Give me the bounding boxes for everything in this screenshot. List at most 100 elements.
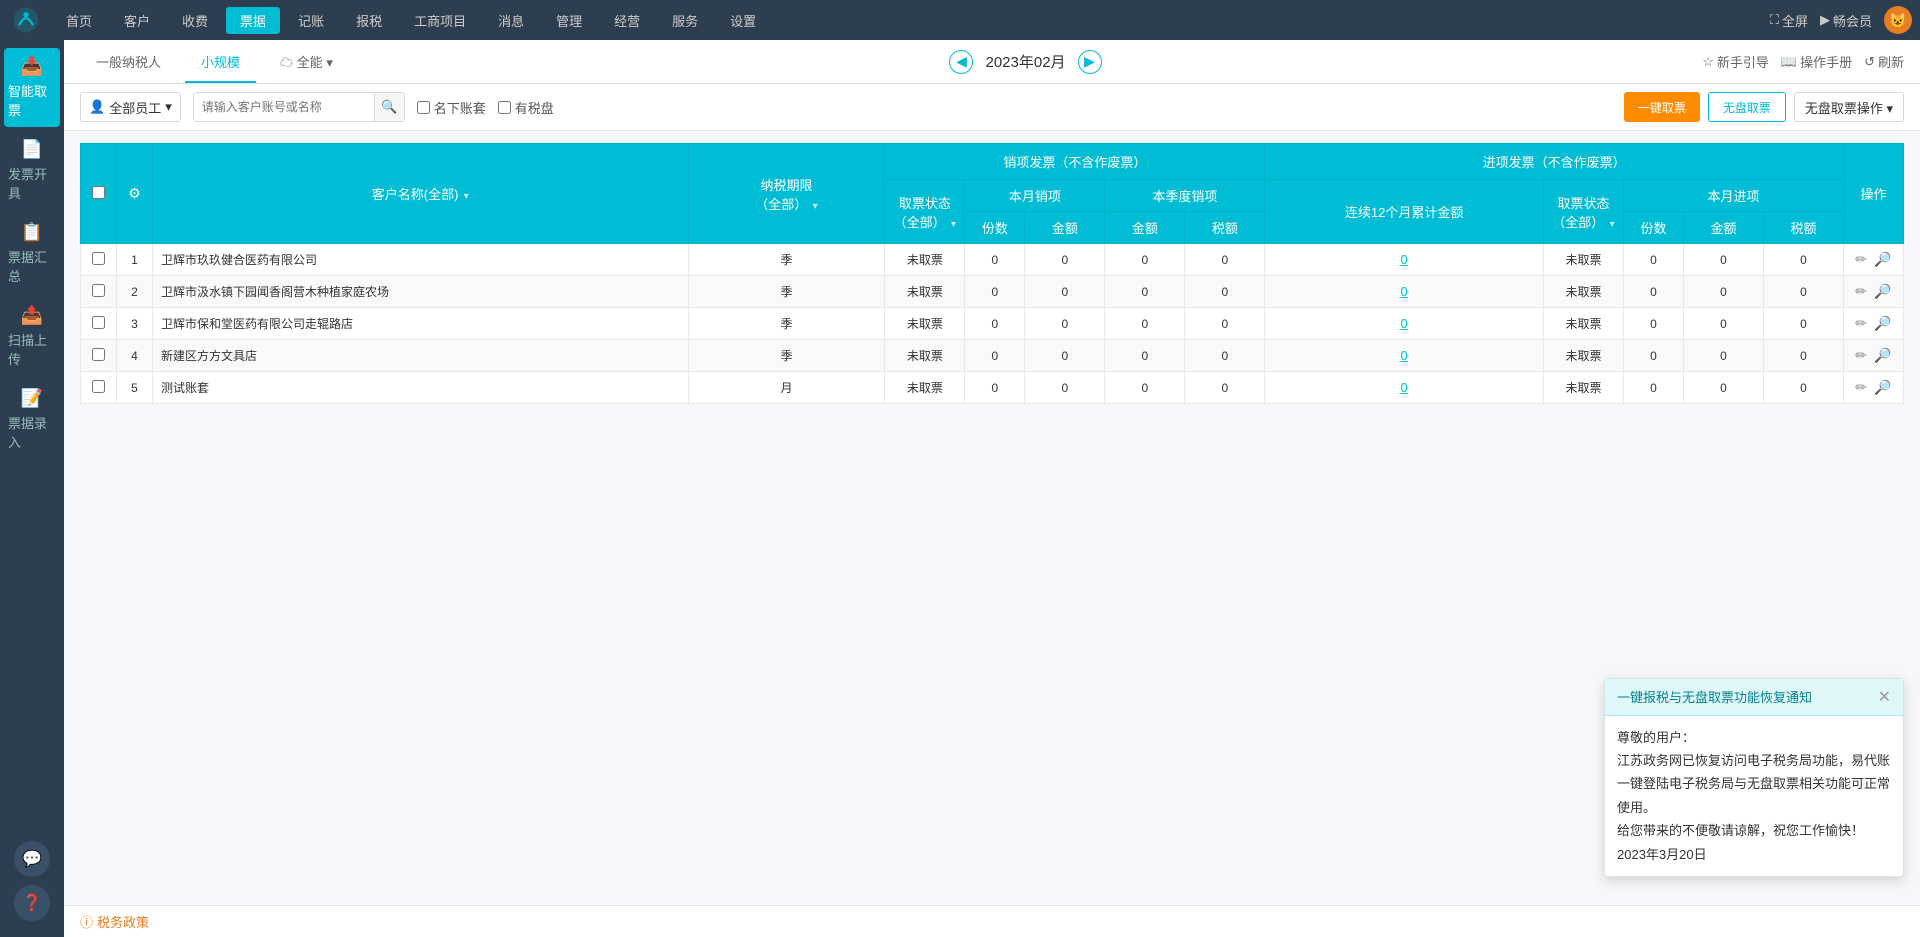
refresh-button[interactable]: ↺ 刷新 [1864,52,1904,71]
nav-fee[interactable]: 收费 [168,7,222,34]
no-disk-fetch-button[interactable]: 无盘取票 [1708,92,1786,122]
row-quarter-amount: 0 [1105,244,1185,276]
nav-settings[interactable]: 设置 [716,7,770,34]
view-icon[interactable]: 🔎 [1874,347,1891,363]
col-quarter-amount: 金额 [1132,221,1158,236]
nav-manage[interactable]: 管理 [542,7,596,34]
row-actions: ✏ 🔎 [1844,372,1904,404]
sales-fetch-filter[interactable]: ▾ [951,219,956,230]
table-row: 1 卫辉市玖玖健合医药有限公司 季 未取票 0 0 0 0 0 未取票 0 0 … [81,244,1904,276]
row-purchase-fetch-status: 未取票 [1544,244,1624,276]
tax-period-filter[interactable]: ▾ [813,201,818,212]
row-checkbox[interactable] [92,316,105,329]
next-period-button[interactable]: ▶ [1078,50,1102,74]
row-no: 2 [117,276,153,308]
sidebar-item-label: 票据汇总 [8,247,56,285]
new-guide-button[interactable]: ☆ 新手引导 [1702,52,1769,71]
sidebar-item-invoice-entry[interactable]: 📝 票据录入 [4,380,60,459]
checkbox-tax-disk[interactable]: 有税盘 [498,98,554,117]
search-button[interactable]: 🔍 [374,92,404,122]
nav-message[interactable]: 消息 [484,7,538,34]
tax-disk-checkbox[interactable] [498,101,511,114]
nav-home[interactable]: 首页 [52,7,106,34]
sidebar-item-label: 发票开具 [8,164,56,202]
vip-button[interactable]: ▶ 畅会员 [1820,11,1872,30]
manual-button[interactable]: 📖 操作手册 [1781,52,1852,71]
nav-client[interactable]: 客户 [110,7,164,34]
row-cumulative[interactable]: 0 [1265,308,1544,340]
user-avatar[interactable]: 😺 [1884,6,1912,34]
sidebar-item-invoice-issue[interactable]: 📄 发票开具 [4,131,60,210]
nav-items: 首页 客户 收费 票据 记账 报税 工商项目 消息 管理 经营 服务 设置 [52,7,1770,34]
nav-industry[interactable]: 工商项目 [400,7,480,34]
row-sales-month-shares: 0 [965,372,1025,404]
customer-name-filter[interactable]: ▾ [464,191,469,202]
col-quarter-sales: 本季度销项 [1152,189,1217,204]
notification-popup: 一键报税与无盘取票功能恢复通知 ✕ 尊敬的用户： 江苏政务网已恢复访问电子税务局… [1604,678,1904,877]
nav-tax[interactable]: 报税 [342,7,396,34]
nav-operation[interactable]: 经营 [600,7,654,34]
col-sales-month-shares: 份数 [982,221,1008,236]
sidebar-bottom: 💬 ❓ [14,841,50,921]
edit-icon[interactable]: ✏ [1855,379,1867,395]
col-purchase-fetch-status: 取票状态（全部） [1552,196,1609,230]
row-cumulative[interactable]: 0 [1265,276,1544,308]
row-purchase-month-tax: 0 [1764,308,1844,340]
row-cumulative[interactable]: 0 [1265,244,1544,276]
one-key-fetch-button[interactable]: 一键取票 [1624,92,1700,122]
checkbox-sub-account[interactable]: 名下账套 [417,98,486,117]
row-period: 月 [688,372,885,404]
view-icon[interactable]: 🔎 [1874,251,1891,267]
column-settings-icon[interactable]: ⚙ [128,185,141,201]
fullscreen-button[interactable]: ⛶ 全屏 [1770,11,1808,30]
nav-service[interactable]: 服务 [658,7,712,34]
edit-icon[interactable]: ✏ [1855,315,1867,331]
sidebar-chat-button[interactable]: 💬 [14,841,50,877]
sub-nav-right: ☆ 新手引导 📖 操作手册 ↺ 刷新 [1702,52,1904,71]
filter-label: 全部员工 [109,98,161,117]
vip-icon: ▶ [1820,12,1830,28]
nav-bookkeeping[interactable]: 记账 [284,7,338,34]
tab-small-scale[interactable]: 小规模 [185,42,256,83]
notification-close-button[interactable]: ✕ [1878,687,1891,707]
row-purchase-month-shares: 0 [1624,372,1684,404]
row-quarter-amount: 0 [1105,276,1185,308]
edit-icon[interactable]: ✏ [1855,251,1867,267]
sidebar-item-invoice-summary[interactable]: 📋 票据汇总 [4,214,60,293]
edit-icon[interactable]: ✏ [1855,283,1867,299]
tab-general-taxpayer[interactable]: 一般纳税人 [80,42,177,83]
employee-filter[interactable]: 👤 全部员工 ▾ [80,92,181,122]
purchase-fetch-filter[interactable]: ▾ [1610,219,1615,230]
row-purchase-fetch-status: 未取票 [1544,372,1624,404]
period-selector: ◀ 2023年02月 ▶ [357,42,1694,82]
tax-policy-link[interactable]: 税务政策 [97,912,149,931]
tab-all[interactable]: ☁ 全能 ▾ [264,42,349,83]
sidebar-item-smart-fetch[interactable]: 📥 智能取票 [4,48,60,127]
no-disk-operation-button[interactable]: 无盘取票操作 ▾ [1794,92,1904,122]
sidebar-help-button[interactable]: ❓ [14,885,50,921]
view-icon[interactable]: 🔎 [1874,315,1891,331]
row-cumulative[interactable]: 0 [1265,372,1544,404]
row-quarter-tax: 0 [1185,308,1265,340]
row-checkbox[interactable] [92,380,105,393]
col-purchase-month-tax: 税额 [1790,221,1816,236]
row-checkbox[interactable] [92,284,105,297]
row-purchase-month-tax: 0 [1764,276,1844,308]
search-input[interactable] [194,93,374,121]
view-icon[interactable]: 🔎 [1874,379,1891,395]
sub-account-checkbox[interactable] [417,101,430,114]
row-purchase-month-tax: 0 [1764,372,1844,404]
edit-icon[interactable]: ✏ [1855,347,1867,363]
bottom-bar: ⓘ 税务政策 [64,905,1920,937]
row-checkbox[interactable] [92,348,105,361]
row-cumulative[interactable]: 0 [1265,340,1544,372]
sidebar-item-scan-upload[interactable]: 📤 扫描上传 [4,297,60,376]
select-all-checkbox[interactable] [92,186,105,199]
row-checkbox[interactable] [92,252,105,265]
row-actions: ✏ 🔎 [1844,308,1904,340]
view-icon[interactable]: 🔎 [1874,283,1891,299]
nav-invoice[interactable]: 票据 [226,7,280,34]
fullscreen-icon: ⛶ [1770,12,1779,28]
prev-period-button[interactable]: ◀ [949,50,973,74]
col-month-purchase: 本月进项 [1707,189,1759,204]
